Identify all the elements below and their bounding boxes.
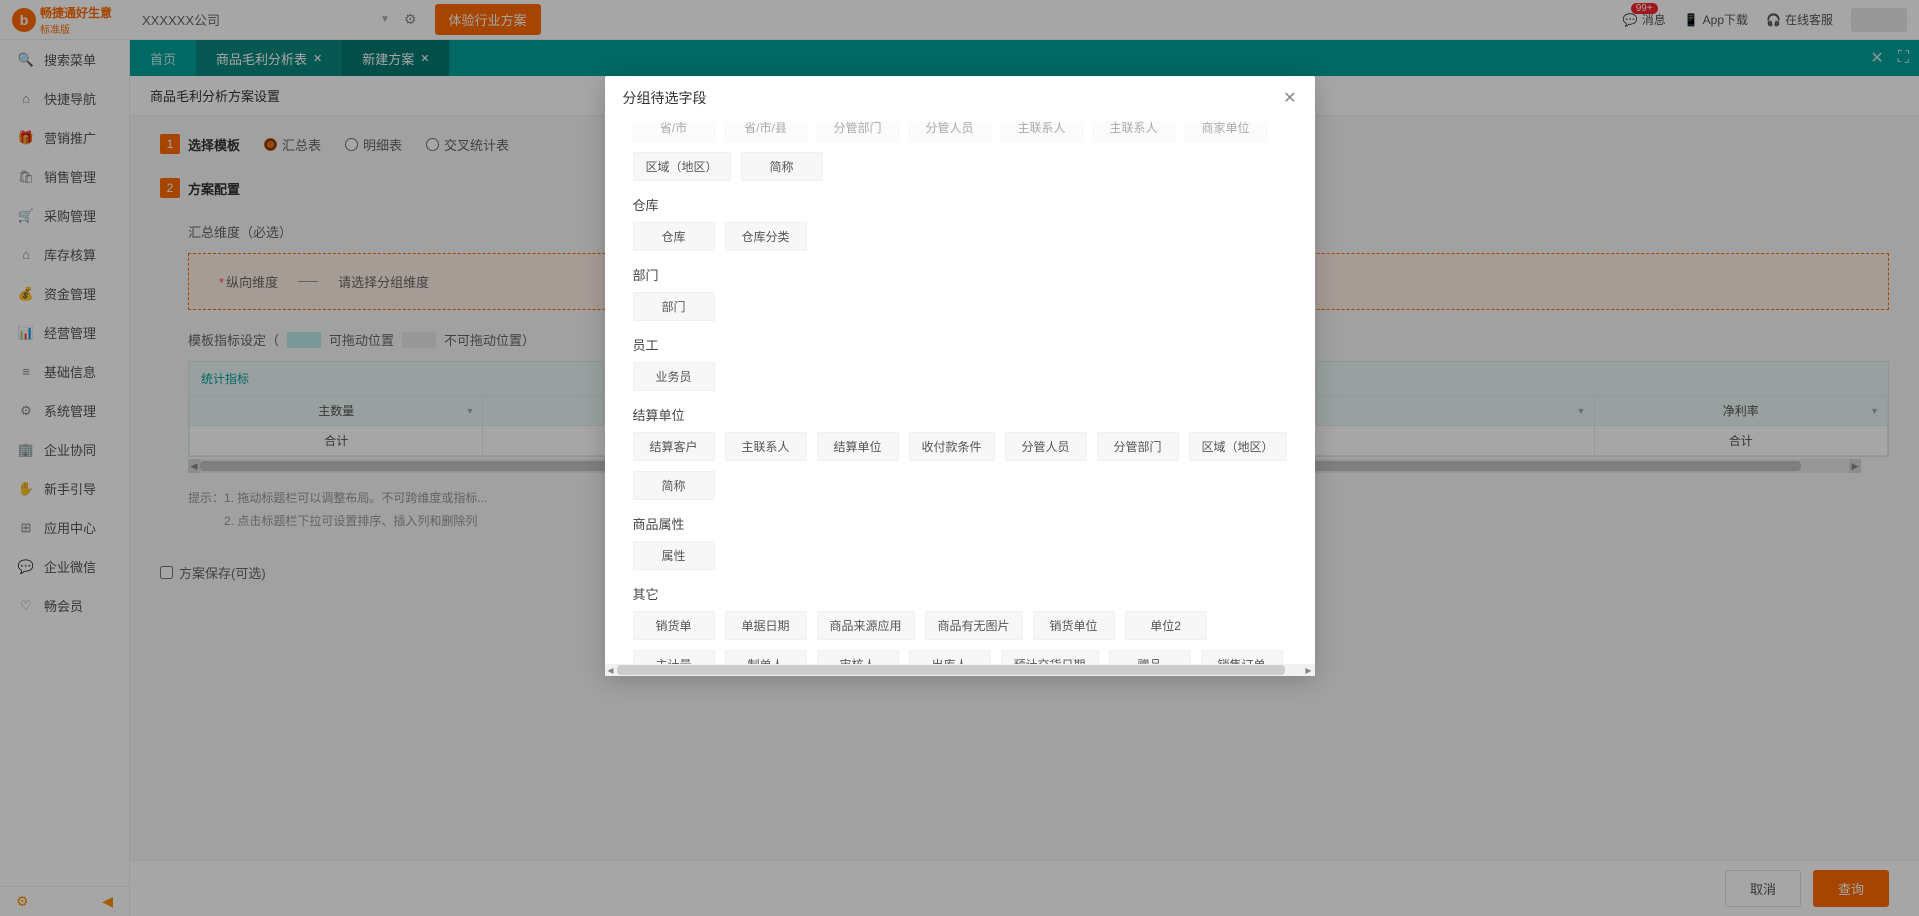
- field-chip-5-9[interactable]: 出库人: [909, 650, 991, 664]
- field-chip-5-2[interactable]: 商品来源应用: [817, 611, 915, 640]
- field-chip-5-5[interactable]: 单位2: [1125, 611, 1207, 640]
- field-row-1: 部门: [633, 292, 1297, 321]
- modal-overlay[interactable]: 分组待选字段 ✕ 省/市省/市/县分管部门分管人员主联系人主联系人商家单位 区域…: [0, 0, 1919, 916]
- field-chip-3-2[interactable]: 结算单位: [817, 432, 899, 461]
- field-chip-2-0[interactable]: 业务员: [633, 362, 715, 391]
- modal-body: 省/市省/市/县分管部门分管人员主联系人主联系人商家单位 区域（地区）简称 仓库…: [605, 121, 1315, 664]
- field-chip-top-5[interactable]: 主联系人: [1093, 121, 1175, 142]
- field-chip-5-8[interactable]: 审核人: [817, 650, 899, 664]
- close-icon[interactable]: ✕: [1283, 88, 1296, 108]
- modal-scroll-right-icon[interactable]: ▶: [1303, 664, 1315, 676]
- field-group-title-4: 商品属性: [633, 514, 1297, 533]
- field-select-modal: 分组待选字段 ✕ 省/市省/市/县分管部门分管人员主联系人主联系人商家单位 区域…: [605, 76, 1315, 676]
- field-chip-5-0[interactable]: 销货单: [633, 611, 715, 640]
- field-chip-0-0[interactable]: 仓库: [633, 222, 715, 251]
- modal-hscroll[interactable]: ◀ ▶: [605, 664, 1315, 676]
- field-chip-5-4[interactable]: 销货单位: [1033, 611, 1115, 640]
- field-row-0: 仓库仓库分类: [633, 222, 1297, 251]
- field-chip-top-2[interactable]: 分管部门: [817, 121, 899, 142]
- modal-title: 分组待选字段: [623, 88, 707, 108]
- field-chip-top-1[interactable]: 省/市/县: [725, 121, 807, 142]
- field-chip-3-1[interactable]: 主联系人: [725, 432, 807, 461]
- field-chip-top-4[interactable]: 主联系人: [1001, 121, 1083, 142]
- modal-scroll-left-icon[interactable]: ◀: [605, 664, 617, 676]
- field-chip-5-12[interactable]: 销售订单: [1201, 650, 1283, 664]
- field-chip-4-0[interactable]: 属性: [633, 541, 715, 570]
- field-chip-5-11[interactable]: 赠品: [1109, 650, 1191, 664]
- field-chip-5-3[interactable]: 商品有无图片: [925, 611, 1023, 640]
- field-group-title-5: 其它: [633, 584, 1297, 603]
- field-chip-top2-1[interactable]: 简称: [741, 152, 823, 181]
- field-chip-top-6[interactable]: 商家单位: [1185, 121, 1267, 142]
- field-chip-top2-0[interactable]: 区域（地区）: [633, 152, 731, 181]
- field-group-title-2: 员工: [633, 335, 1297, 354]
- field-chip-0-1[interactable]: 仓库分类: [725, 222, 807, 251]
- field-row-5: 销货单单据日期商品来源应用商品有无图片销货单位单位2 主计量制单人审核人出库人预计…: [633, 611, 1297, 664]
- field-chip-3-3[interactable]: 收付款条件: [909, 432, 995, 461]
- field-row-4: 属性: [633, 541, 1297, 570]
- field-chip-5-10[interactable]: 预计交货日期: [1001, 650, 1099, 664]
- field-chip-top-0[interactable]: 省/市: [633, 121, 715, 142]
- field-group-title-0: 仓库: [633, 195, 1297, 214]
- field-chip-3-5[interactable]: 分管部门: [1097, 432, 1179, 461]
- field-chip-3-6[interactable]: 区域（地区）: [1189, 432, 1287, 461]
- field-row-2: 业务员: [633, 362, 1297, 391]
- field-chip-3-4[interactable]: 分管人员: [1005, 432, 1087, 461]
- field-row-3: 结算客户主联系人结算单位收付款条件分管人员分管部门区域（地区） 简称: [633, 432, 1297, 500]
- modal-header: 分组待选字段 ✕: [605, 76, 1315, 121]
- modal-scroll-thumb[interactable]: [617, 665, 1285, 675]
- field-chip-top-3[interactable]: 分管人员: [909, 121, 991, 142]
- field-chip-5-7[interactable]: 制单人: [725, 650, 807, 664]
- field-chip-1-0[interactable]: 部门: [633, 292, 715, 321]
- field-chip-3-7[interactable]: 简称: [633, 471, 715, 500]
- field-chip-5-6[interactable]: 主计量: [633, 650, 715, 664]
- field-chip-5-1[interactable]: 单据日期: [725, 611, 807, 640]
- field-chip-3-0[interactable]: 结算客户: [633, 432, 715, 461]
- field-group-title-3: 结算单位: [633, 405, 1297, 424]
- field-group-title-1: 部门: [633, 265, 1297, 284]
